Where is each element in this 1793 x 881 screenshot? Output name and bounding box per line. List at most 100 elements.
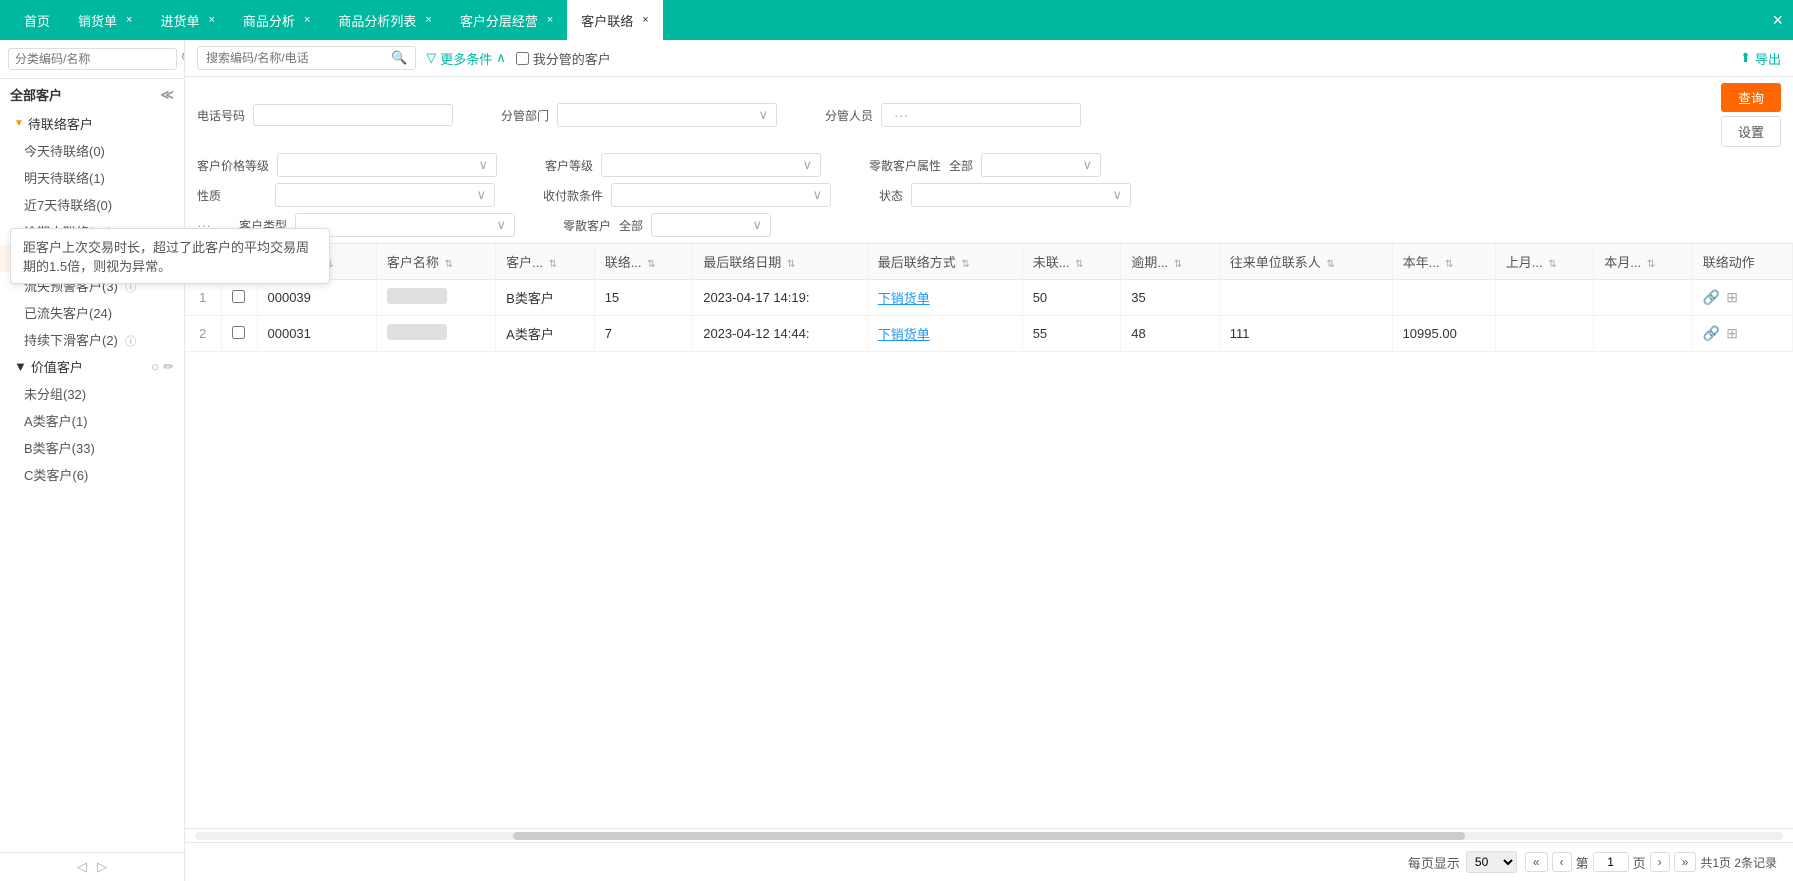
page-next-button[interactable]: ›	[1650, 852, 1670, 872]
sidebar-scroll-right-icon[interactable]: ▷	[97, 859, 107, 875]
sidebar-all-customers-header[interactable]: 全部客户 ≪	[0, 79, 184, 110]
row-1-checkbox[interactable]	[232, 290, 245, 303]
sort-overdue-icon[interactable]: ⇅	[1174, 259, 1182, 270]
sort-current-year-icon[interactable]: ⇅	[1445, 259, 1453, 270]
row-type-1: B类客户	[496, 280, 595, 316]
payment-select[interactable]: ∨	[611, 183, 831, 207]
row-last-month-1	[1495, 280, 1594, 316]
tab-goods-analysis-list[interactable]: 商品分析列表 ×	[324, 0, 445, 40]
tab-goods-analysis-list-label: 商品分析列表	[338, 11, 416, 30]
per-page-select[interactable]: 20 50 100 200	[1466, 851, 1517, 873]
nature-select[interactable]: ∨	[275, 183, 495, 207]
retail-customer-select[interactable]: ∨	[651, 213, 771, 237]
row-code-2: 000031	[257, 316, 376, 352]
tab-customer-contact-close[interactable]: ×	[642, 14, 648, 26]
row-2-checkbox[interactable]	[232, 326, 245, 339]
th-contact-person: 往来单位联系人 ⇅	[1219, 244, 1392, 280]
tab-goods-analysis-list-close[interactable]: ×	[425, 14, 431, 26]
tab-sales-close[interactable]: ×	[126, 14, 132, 26]
sidebar-value-group-header[interactable]: ▼ 价值客户 ○ ✏	[0, 353, 184, 380]
tab-customer-segment[interactable]: 客户分层经营 ×	[446, 0, 567, 40]
tab-goods-analysis[interactable]: 商品分析 ×	[229, 0, 324, 40]
row2-grid-icon[interactable]: ⊞	[1726, 325, 1738, 342]
my-customer-filter[interactable]: 我分管的客户	[516, 49, 611, 68]
horizontal-scrollbar[interactable]	[185, 828, 1793, 842]
settings-button[interactable]: 设置	[1721, 116, 1781, 147]
th-last-month: 上月... ⇅	[1495, 244, 1594, 280]
sidebar-scroll-left-icon[interactable]: ◁	[77, 859, 87, 875]
tab-customer-segment-close[interactable]: ×	[547, 14, 553, 26]
sidebar-item-class-c[interactable]: C类客户(6)	[0, 461, 184, 488]
sidebar-item-tomorrow-pending[interactable]: 明天待联络(1)	[0, 164, 184, 191]
page-first-button[interactable]: «	[1525, 852, 1548, 872]
dept-select[interactable]: ∨	[557, 103, 777, 127]
tab-home[interactable]: 首页	[10, 0, 64, 40]
page-last-button[interactable]: »	[1674, 852, 1697, 872]
sort-contact-person-icon[interactable]: ⇅	[1326, 259, 1334, 270]
filter-icon: ▽	[426, 50, 436, 66]
th-type: 客户... ⇅	[496, 244, 595, 280]
th-actions: 联络动作	[1692, 244, 1792, 280]
page-prev-button[interactable]: ‹	[1552, 852, 1572, 872]
sort-last-date-icon[interactable]: ⇅	[787, 259, 795, 270]
tab-home-label: 首页	[24, 11, 50, 30]
arrow-icon: ▼	[14, 118, 24, 129]
row-overdue-2: 48	[1121, 316, 1220, 352]
phone-input[interactable]	[253, 104, 453, 126]
sidebar-item-declining[interactable]: 持续下滑客户(2) ⓘ	[0, 326, 184, 353]
search-input[interactable]	[206, 51, 386, 65]
search-input-wrap: 🔍	[197, 46, 416, 70]
person-select-dots[interactable]: ···	[894, 107, 908, 123]
sidebar-item-ungroup[interactable]: 未分组(32)	[0, 380, 184, 407]
tab-goods-analysis-close[interactable]: ×	[304, 14, 310, 26]
add-group-icon[interactable]: ○	[151, 359, 159, 375]
row-last-method-1[interactable]: 下销货单	[867, 280, 1022, 316]
sidebar-item-class-b[interactable]: B类客户(33)	[0, 434, 184, 461]
tab-purchase-close[interactable]: ×	[208, 14, 214, 26]
row-current-year-2: 10995.00	[1392, 316, 1495, 352]
tab-customer-contact[interactable]: 客户联络 ×	[567, 0, 662, 40]
declining-help-icon[interactable]: ⓘ	[125, 336, 136, 348]
export-button[interactable]: ⬆ 导出	[1740, 49, 1781, 68]
page-number-input[interactable]	[1593, 852, 1629, 872]
sidebar-group-pending-contact[interactable]: ▼ 待联络客户	[0, 110, 184, 137]
row1-link-icon[interactable]: 🔗	[1703, 289, 1720, 306]
sort-name-icon[interactable]: ⇅	[444, 259, 452, 270]
more-conditions-btn[interactable]: ▽ 更多条件 ∧	[426, 49, 506, 68]
row-checkbox-2[interactable]	[221, 316, 257, 352]
row-current-month-2	[1594, 316, 1693, 352]
sidebar-item-today-pending[interactable]: 今天待联络(0)	[0, 137, 184, 164]
sort-last-method-icon[interactable]: ⇅	[961, 259, 969, 270]
sort-contact-count-icon[interactable]: ⇅	[647, 259, 655, 270]
my-customer-checkbox[interactable]	[516, 52, 529, 65]
sort-current-month-icon[interactable]: ⇅	[1647, 259, 1655, 270]
tab-sales[interactable]: 销货单 ×	[64, 0, 146, 40]
pagination-controls: « ‹ 第 页 › » 共1页 2条记录	[1525, 852, 1777, 872]
row-last-method-2[interactable]: 下销货单	[867, 316, 1022, 352]
retail-attr-select[interactable]: ∨	[981, 153, 1101, 177]
scroll-thumb[interactable]	[513, 832, 1466, 840]
chevron-up-icon: ∧	[496, 50, 506, 66]
dept-select-arrow: ∨	[759, 107, 769, 123]
sidebar-item-churned[interactable]: 已流失客户(24)	[0, 299, 184, 326]
status-select[interactable]: ∨	[911, 183, 1131, 207]
tab-purchase[interactable]: 进货单 ×	[146, 0, 228, 40]
edit-group-icon[interactable]: ✏	[163, 359, 174, 375]
query-button[interactable]: 查询	[1721, 83, 1781, 112]
sidebar-collapse-icon[interactable]: ≪	[160, 87, 174, 103]
sidebar-item-class-a[interactable]: A类客户(1)	[0, 407, 184, 434]
search-submit-icon[interactable]: 🔍	[391, 50, 407, 66]
sort-last-month-icon[interactable]: ⇅	[1548, 259, 1556, 270]
row2-link-icon[interactable]: 🔗	[1703, 325, 1720, 342]
row-checkbox-1[interactable]	[221, 280, 257, 316]
sort-type-icon[interactable]: ⇅	[549, 259, 557, 270]
person-select[interactable]: ···	[881, 103, 1081, 127]
sidebar-item-7days-pending[interactable]: 近7天待联络(0)	[0, 191, 184, 218]
customer-grade-select[interactable]: ∨	[601, 153, 821, 177]
sidebar-item-class-c-label: C类客户(6)	[24, 468, 88, 483]
close-all-button[interactable]: ×	[1772, 11, 1783, 29]
row1-grid-icon[interactable]: ⊞	[1726, 289, 1738, 306]
sort-uncontacted-icon[interactable]: ⇅	[1075, 259, 1083, 270]
sidebar-search-input[interactable]	[8, 48, 177, 70]
price-grade-select[interactable]: ∨	[277, 153, 497, 177]
